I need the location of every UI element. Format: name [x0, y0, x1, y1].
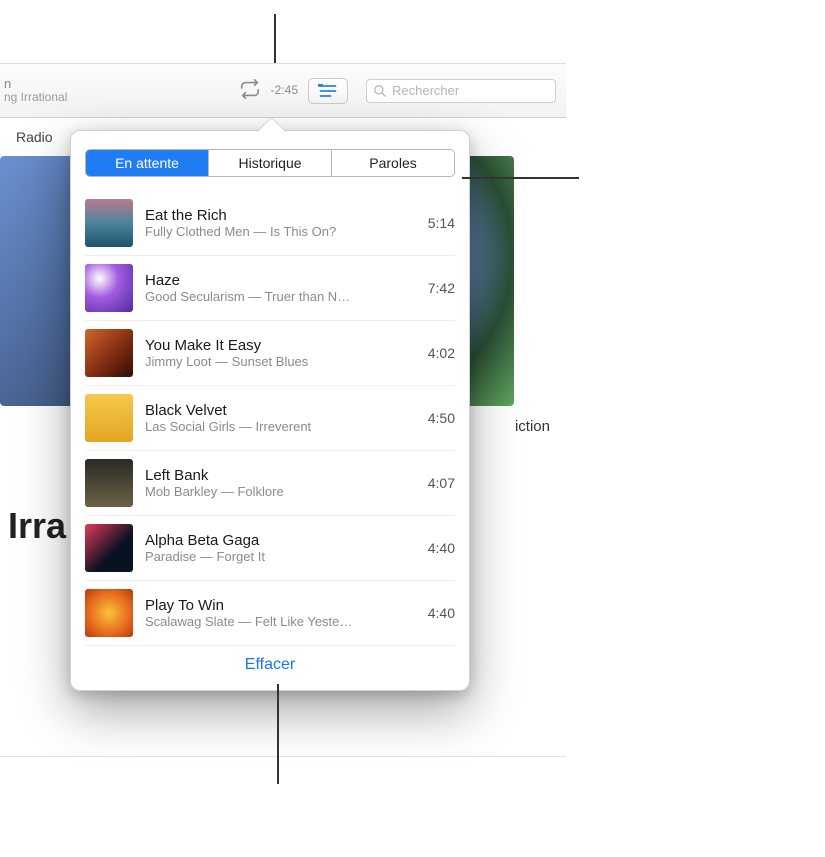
repeat-icon[interactable] [239, 78, 261, 103]
list-item[interactable]: Play To Win Scalawag Slate — Felt Like Y… [85, 580, 455, 645]
track-title: Left Bank [145, 467, 416, 484]
track-duration: 7:42 [428, 280, 455, 296]
track-duration: 4:07 [428, 475, 455, 491]
track-title: Play To Win [145, 597, 416, 614]
album-thumb-icon [85, 459, 133, 507]
track-title: Alpha Beta Gaga [145, 532, 416, 549]
now-playing-right: -2:45 [239, 78, 298, 103]
list-item[interactable]: Black Velvet Las Social Girls — Irrevere… [85, 385, 455, 450]
clear-button[interactable]: Effacer [245, 656, 295, 673]
queue-popover: En attente Historique Paroles Eat the Ri… [70, 130, 470, 691]
track-duration: 4:40 [428, 540, 455, 556]
list-item-text: Haze Good Secularism — Truer than N… [145, 272, 416, 304]
track-subtitle: Scalawag Slate — Felt Like Yeste… [145, 614, 416, 629]
queue-list: Eat the Rich Fully Clothed Men — Is This… [85, 191, 455, 645]
list-item[interactable]: Left Bank Mob Barkley — Folklore 4:07 [85, 450, 455, 515]
page-title: Irra [8, 505, 66, 547]
track-duration: 4:40 [428, 605, 455, 621]
track-title: You Make It Easy [145, 337, 416, 354]
track-subtitle: Las Social Girls — Irreverent [145, 419, 416, 434]
list-item-text: You Make It Easy Jimmy Loot — Sunset Blu… [145, 337, 416, 369]
album-thumb-icon [85, 394, 133, 442]
now-playing-title: n [4, 77, 67, 91]
album-thumb-icon [85, 264, 133, 312]
toolbar-right: Rechercher [308, 78, 566, 104]
list-item[interactable]: Eat the Rich Fully Clothed Men — Is This… [85, 191, 455, 255]
list-item[interactable]: Haze Good Secularism — Truer than N… 7:4… [85, 255, 455, 320]
track-title: Haze [145, 272, 416, 289]
tab-lyrics[interactable]: Paroles [332, 150, 454, 176]
search-placeholder: Rechercher [392, 83, 459, 98]
callout-line-icon [462, 177, 579, 179]
album-thumb-icon [85, 199, 133, 247]
list-item-text: Play To Win Scalawag Slate — Felt Like Y… [145, 597, 416, 629]
tab-queue[interactable]: En attente [86, 150, 209, 176]
tab-history[interactable]: Historique [209, 150, 332, 176]
track-title: Eat the Rich [145, 207, 416, 224]
queue-toggle-button[interactable] [308, 78, 348, 104]
list-item-text: Left Bank Mob Barkley — Folklore [145, 467, 416, 499]
track-subtitle: Jimmy Loot — Sunset Blues [145, 354, 416, 369]
album-thumb-icon [85, 329, 133, 377]
clear-row: Effacer [85, 645, 455, 676]
track-subtitle: Good Secularism — Truer than N… [145, 289, 416, 304]
list-item[interactable]: You Make It Easy Jimmy Loot — Sunset Blu… [85, 320, 455, 385]
callout-line-icon [277, 684, 279, 784]
list-item-text: Alpha Beta Gaga Paradise — Forget It [145, 532, 416, 564]
album-thumb-icon [85, 524, 133, 572]
time-remaining: -2:45 [271, 83, 298, 97]
search-input[interactable]: Rechercher [366, 79, 556, 103]
track-duration: 4:50 [428, 410, 455, 426]
album-thumb-icon [85, 589, 133, 637]
track-duration: 4:02 [428, 345, 455, 361]
nav-item-radio[interactable]: Radio [16, 129, 53, 145]
list-item-text: Black Velvet Las Social Girls — Irrevere… [145, 402, 416, 434]
list-item-text: Eat the Rich Fully Clothed Men — Is This… [145, 207, 416, 239]
track-title: Black Velvet [145, 402, 416, 419]
list-item[interactable]: Alpha Beta Gaga Paradise — Forget It 4:4… [85, 515, 455, 580]
now-playing: n ng Irrational -2:45 [0, 77, 308, 104]
track-subtitle: Fully Clothed Men — Is This On? [145, 224, 416, 239]
callout-line-icon [274, 14, 276, 63]
track-subtitle: Paradise — Forget It [145, 549, 416, 564]
tab-bar: En attente Historique Paroles [85, 149, 455, 177]
track-duration: 5:14 [428, 215, 455, 231]
toolbar: n ng Irrational -2:45 [0, 63, 566, 118]
caption-text: iction [515, 418, 550, 435]
now-playing-subtitle: ng Irrational [4, 91, 67, 104]
track-subtitle: Mob Barkley — Folklore [145, 484, 416, 499]
now-playing-text: n ng Irrational [4, 77, 67, 104]
